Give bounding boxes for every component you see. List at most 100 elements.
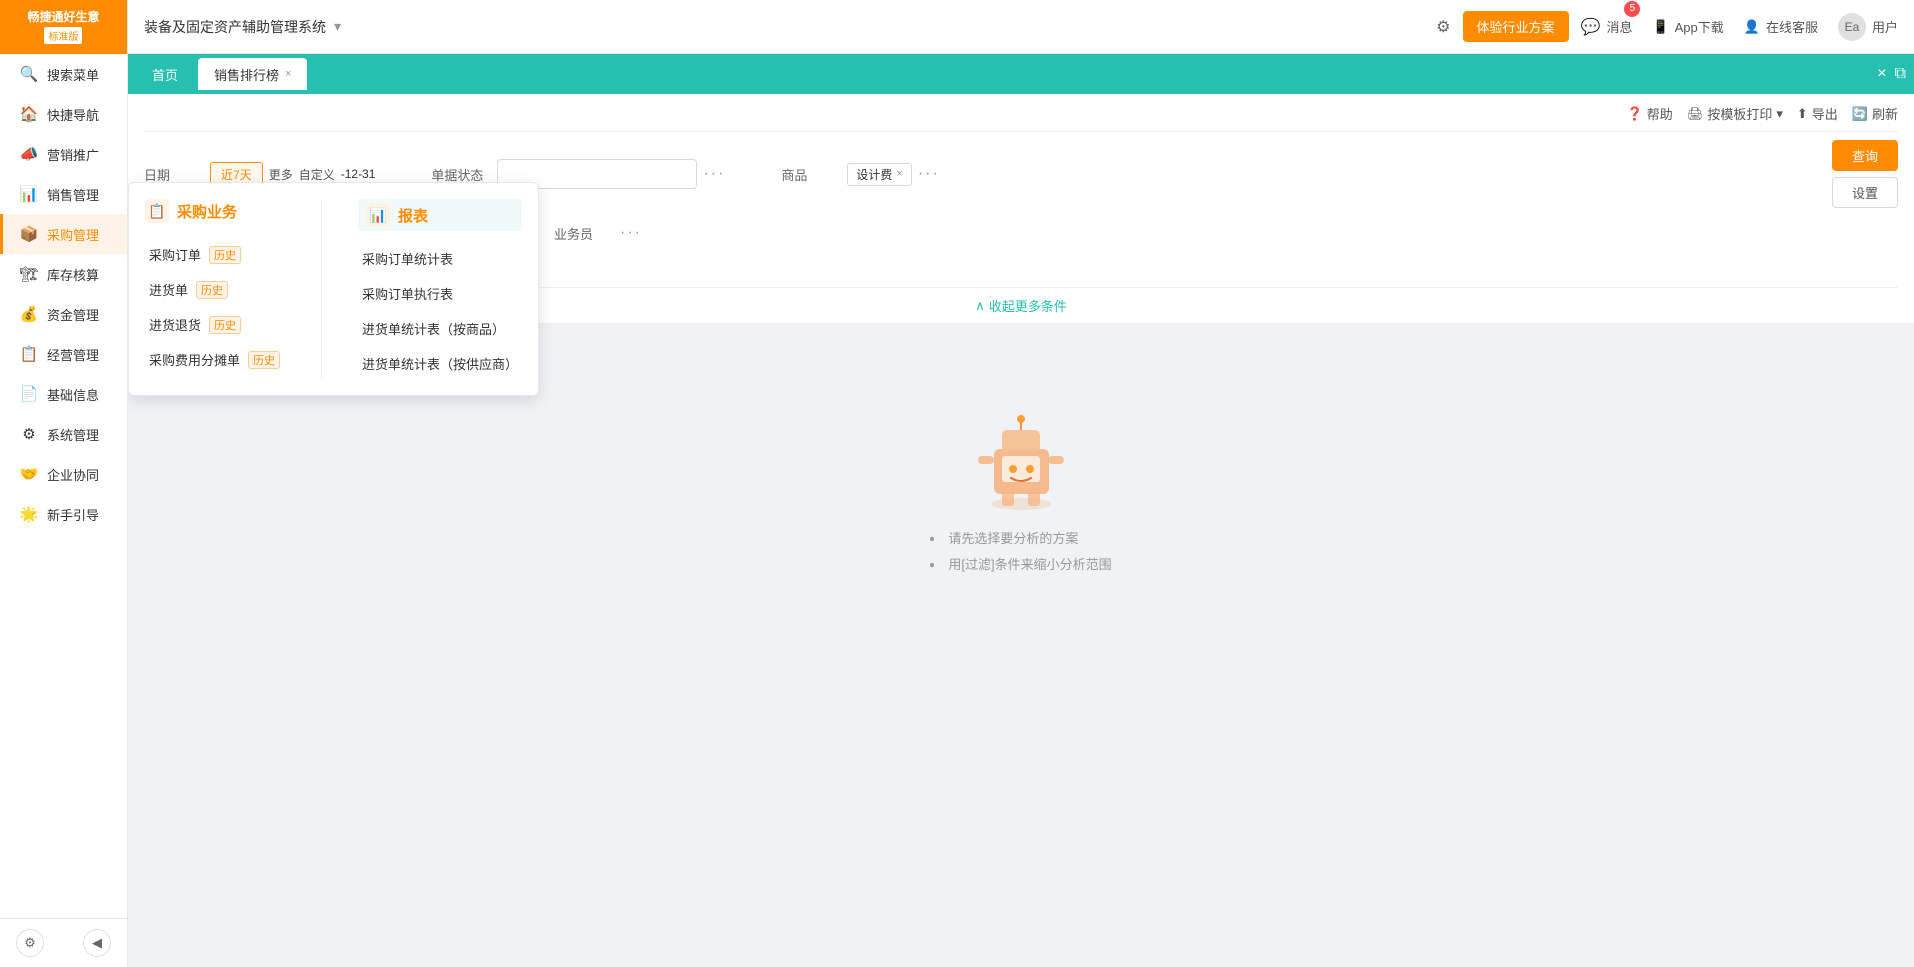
purchase-col-icon: 📋 (145, 199, 169, 223)
goods-chip-close[interactable]: × (896, 168, 902, 180)
history-badge-3: 历史 (248, 351, 280, 369)
phone-icon: 📱 (1652, 19, 1668, 35)
dropdown-item-report-0[interactable]: 采购订单统计表 (358, 243, 522, 274)
tab-close-icon[interactable]: × (285, 68, 291, 80)
tabs-bar: 首页 销售排行榜 × × ⧉ (128, 54, 1914, 94)
refresh-icon: 🔄 (1852, 106, 1868, 122)
sidebar-settings-btn[interactable]: ⚙ (16, 929, 44, 957)
dropdown-item-report-3[interactable]: 进货单统计表（按供应商） (358, 348, 522, 379)
export-btn[interactable]: ⬆ 导出 (1797, 104, 1838, 123)
history-badge-0: 历史 (209, 246, 241, 264)
print-btn[interactable]: 🖨 按模板打印 ▾ (1687, 104, 1783, 123)
topbar-title: 装备及固定资产辅助管理系统 ▾ (144, 17, 1424, 37)
purchase-col: 📋 采购业务 采购订单 历史 进货单 历史 进货退货 历史 采购费用分摊单 (145, 199, 285, 379)
dropdown-item-purchase-expense[interactable]: 采购费用分摊单 历史 (145, 344, 285, 375)
sidebar-item-search[interactable]: 🔍 搜索菜单 (0, 54, 127, 94)
tab-close-btn[interactable]: × (1877, 65, 1886, 83)
purchase-dropdown-menu: 📋 采购业务 采购订单 历史 进货单 历史 进货退货 历史 采购费用分摊单 (128, 182, 539, 396)
sidebar-footer: ⚙ ◀ (0, 918, 127, 967)
tab-restore-btn[interactable]: ⧉ (1895, 65, 1906, 83)
dropdown-item-purchase-return[interactable]: 进货退货 历史 (145, 309, 285, 340)
notification-icon: 💬 (1581, 17, 1601, 37)
settings-filter-btn[interactable]: 设置 (1832, 177, 1898, 208)
print-icon: 🖨 (1687, 106, 1704, 122)
sidebar-item-inventory[interactable]: 🏗 库存核算 (0, 254, 127, 294)
finance-icon: 💰 (19, 304, 39, 324)
voucher-status-label: 单据状态 (431, 165, 491, 184)
sidebar-item-system[interactable]: ⚙ 系统管理 (0, 414, 127, 454)
sidebar-item-enterprise[interactable]: 🤝 企业协同 (0, 454, 127, 494)
sales-icon: 📊 (19, 184, 39, 204)
basic-icon: 📄 (19, 384, 39, 404)
report-col-icon: 📊 (366, 203, 390, 227)
date-tag-more[interactable]: 更多 (269, 166, 293, 183)
avatar: Ea (1838, 13, 1866, 41)
goods-label: 商品 (781, 165, 841, 184)
sidebar-nav: 🔍 搜索菜单 🏠 快捷导航 📣 营销推广 📊 销售管理 📦 采购管理 🏗 库存核… (0, 54, 127, 918)
system-icon: ⚙ (19, 424, 39, 444)
topbar-dropdown-icon[interactable]: ▾ (334, 18, 341, 35)
content-area: ❓ 帮助 🖨 按模板打印 ▾ ⬆ 导出 🔄 刷新 (128, 94, 1914, 967)
sidebar-item-quick-nav[interactable]: 🏠 快捷导航 (0, 94, 127, 134)
operation-icon: 📋 (19, 344, 39, 364)
app-download-group[interactable]: 📱 App下载 (1652, 17, 1723, 36)
user-group[interactable]: Ea 用户 (1838, 13, 1898, 41)
empty-illustration (966, 404, 1076, 514)
tab-sales-ranking[interactable]: 销售排行榜 × (198, 58, 307, 90)
sidebar-item-purchase[interactable]: 📦 采购管理 (0, 214, 127, 254)
dropdown-item-purchase-order[interactable]: 采购订单 历史 (145, 239, 285, 270)
date-range: -12-31 (341, 167, 376, 181)
staff-label: 业务员 (554, 224, 614, 243)
report-col-header: 📊 报表 (358, 199, 522, 231)
tabs-right: × ⧉ (1877, 65, 1906, 83)
logo-text: 畅捷通好生意 (27, 9, 99, 26)
sidebar-item-guide[interactable]: 🌟 新手引导 (0, 494, 127, 534)
help-btn[interactable]: ❓ 帮助 (1627, 104, 1673, 123)
topbar-settings-icon[interactable]: ⚙ (1436, 17, 1450, 37)
staff-dots[interactable]: ··· (620, 224, 642, 242)
enterprise-icon: 🤝 (19, 464, 39, 484)
sidebar-item-basic[interactable]: 📄 基础信息 (0, 374, 127, 414)
collapse-up-icon: ∧ (975, 298, 985, 314)
industry-btn[interactable]: 体验行业方案 (1463, 11, 1569, 42)
main-area: 装备及固定资产辅助管理系统 ▾ ⚙ 体验行业方案 💬 5 消息 📱 App下载 … (128, 0, 1914, 967)
sidebar-collapse-btn[interactable]: ◀ (83, 929, 111, 957)
report-col: 📊 报表 采购订单统计表 采购订单执行表 进货单统计表（按商品） 进货单统计表（… (358, 199, 522, 379)
voucher-status-dots[interactable]: ··· (703, 165, 725, 183)
refresh-btn[interactable]: 🔄 刷新 (1852, 104, 1898, 123)
goods-dots[interactable]: ··· (918, 165, 940, 183)
sidebar-item-operation[interactable]: 📋 经营管理 (0, 334, 127, 374)
topbar: 装备及固定资产辅助管理系统 ▾ ⚙ 体验行业方案 💬 5 消息 📱 App下载 … (128, 0, 1914, 54)
sidebar-item-sales[interactable]: 📊 销售管理 (0, 174, 127, 214)
history-badge-1: 历史 (196, 281, 228, 299)
online-service-group[interactable]: 👤 在线客服 (1744, 17, 1818, 36)
guide-icon: 🌟 (19, 504, 39, 524)
dropdown-item-report-1[interactable]: 采购订单执行表 (358, 278, 522, 309)
notification-badge: 5 (1624, 1, 1640, 17)
logo-badge: 标准版 (44, 27, 82, 44)
sidebar-logo: 畅捷通好生意 标准版 (0, 0, 127, 54)
marketing-icon: 📣 (19, 144, 39, 164)
history-badge-2: 历史 (209, 316, 241, 334)
dropdown-divider (321, 199, 322, 379)
sidebar-item-marketing[interactable]: 📣 营销推广 (0, 134, 127, 174)
purchase-icon: 📦 (19, 224, 39, 244)
service-icon: 👤 (1744, 19, 1760, 35)
print-dropdown-icon[interactable]: ▾ (1776, 106, 1783, 122)
collapse-btn[interactable]: ∧ 收起更多条件 (975, 296, 1067, 315)
sidebar-item-finance[interactable]: 💰 资金管理 (0, 294, 127, 334)
goods-chip: 设计费 × (847, 163, 911, 186)
dropdown-item-report-2[interactable]: 进货单统计表（按商品） (358, 313, 522, 344)
notification-group[interactable]: 💬 5 消息 (1581, 17, 1633, 37)
search-icon: 🔍 (19, 64, 39, 84)
home-icon: 🏠 (19, 104, 39, 124)
tab-home[interactable]: 首页 (136, 58, 194, 90)
dropdown-item-purchase-receipt[interactable]: 进货单 历史 (145, 274, 285, 305)
date-tag-custom[interactable]: 自定义 (299, 166, 335, 183)
inventory-icon: 🏗 (19, 264, 39, 284)
query-btn[interactable]: 查询 (1832, 140, 1898, 171)
empty-tips: 请先选择要分析的方案 用[过滤]条件来缩小分析范围 (930, 526, 1111, 578)
date-label: 日期 (144, 165, 204, 184)
help-icon: ❓ (1627, 106, 1643, 122)
sidebar: 畅捷通好生意 标准版 🔍 搜索菜单 🏠 快捷导航 📣 营销推广 📊 销售管理 📦… (0, 0, 128, 967)
